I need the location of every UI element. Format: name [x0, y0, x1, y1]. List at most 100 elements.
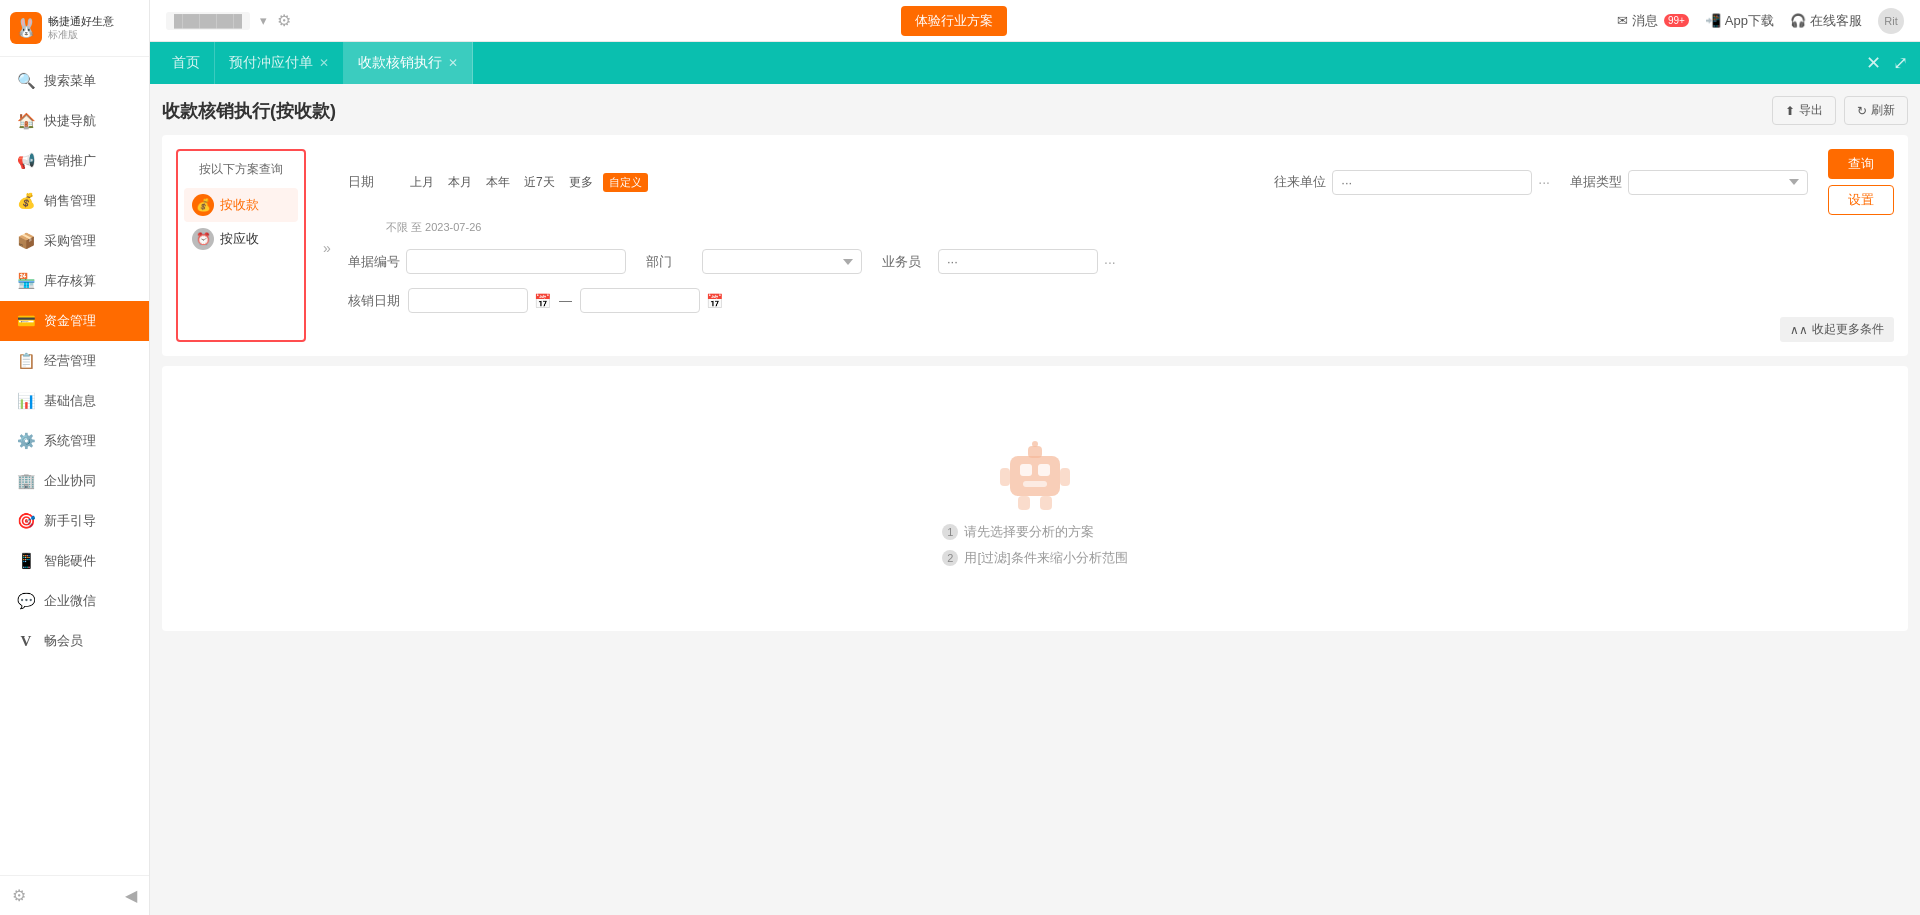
sales-icon: 💰 [16, 191, 36, 211]
sidebar-item-hardware[interactable]: 📱 智能硬件 [0, 541, 149, 581]
sidebar-item-search[interactable]: 🔍 搜索菜单 [0, 61, 149, 101]
sidebar-item-basic-info[interactable]: 📊 基础信息 [0, 381, 149, 421]
collapse-icon: ∧∧ [1790, 323, 1808, 337]
sidebar-item-finance[interactable]: 💳 资金管理 [0, 301, 149, 341]
tab-receipt-verify-label: 收款核销执行 [358, 54, 442, 72]
filter-option-by-receivable[interactable]: ⏰ 按应收 [184, 222, 298, 256]
staff-label: 业务员 [882, 253, 932, 271]
tab-prepay-close[interactable]: ✕ [319, 56, 329, 70]
date-shortcut-custom[interactable]: 自定义 [603, 173, 648, 192]
nav-header: 首页 预付冲应付单 ✕ 收款核销执行 ✕ ✕ ⤢ [150, 42, 1920, 84]
sidebar-item-business[interactable]: 📋 经营管理 [0, 341, 149, 381]
query-btn[interactable]: 查询 [1828, 149, 1894, 179]
service-icon: 🎧 [1790, 13, 1806, 28]
guide-icon: 🎯 [16, 511, 36, 531]
calendar-start-icon[interactable]: 📅 [534, 293, 551, 309]
verify-date-start[interactable]: 2023-03-01 [408, 288, 528, 313]
sidebar-item-quick-nav[interactable]: 🏠 快捷导航 [0, 101, 149, 141]
online-service-btn[interactable]: 🎧 在线客服 [1790, 12, 1862, 30]
logo-text-group: 畅捷通好生意 标准版 [48, 14, 114, 42]
tab-expand-btn[interactable]: ⤢ [1889, 52, 1912, 74]
date-dash: — [559, 293, 572, 308]
sidebar-item-system[interactable]: ⚙️ 系统管理 [0, 421, 149, 461]
sidebar-footer: ⚙ ◀ [0, 875, 149, 915]
filter-left-panel: 按以下方案查询 💰 按收款 ⏰ 按应收 [176, 149, 306, 342]
verify-date-field: 核销日期 2023-03-01 📅 — 2023-07-21 📅 [348, 288, 723, 313]
partner-input[interactable] [1332, 170, 1532, 195]
app-icon: 📲 [1705, 13, 1721, 28]
tab-receipt-verify[interactable]: 收款核销执行 ✕ [344, 42, 473, 84]
date-shortcut-more[interactable]: 更多 [565, 172, 597, 193]
sidebar-item-member[interactable]: V 畅会员 [0, 621, 149, 661]
svg-point-5 [1032, 441, 1038, 447]
filter-rows: 日期 上月 本月 本年 近7天 更多 自定义 [348, 149, 1894, 313]
service-label: 在线客服 [1810, 12, 1862, 30]
message-btn[interactable]: ✉ 消息 99+ [1617, 12, 1689, 30]
settings-icon[interactable]: ⚙ [12, 886, 26, 905]
nav-actions: ✕ ⤢ [1862, 52, 1912, 74]
sidebar-item-marketing[interactable]: 📢 营销推广 [0, 141, 149, 181]
refresh-btn[interactable]: ↻ 刷新 [1844, 96, 1908, 125]
svg-rect-2 [1038, 464, 1050, 476]
doc-num-label: 单据编号 [348, 253, 400, 271]
sidebar-item-enterprise[interactable]: 🏢 企业协同 [0, 461, 149, 501]
collapse-left-btn[interactable]: » [318, 153, 336, 342]
user-area[interactable]: Rit [1878, 8, 1904, 34]
industry-btn[interactable]: 体验行业方案 [901, 6, 1007, 36]
tab-close-all-btn[interactable]: ✕ [1862, 52, 1885, 74]
calendar-end-icon[interactable]: 📅 [706, 293, 723, 309]
sidebar-item-sales[interactable]: 💰 销售管理 [0, 181, 149, 221]
tab-prepay-label: 预付冲应付单 [229, 54, 313, 72]
staff-more-icon[interactable]: ··· [1104, 254, 1116, 270]
date-unlimited: 不限 至 2023-07-26 [386, 221, 481, 233]
sidebar-item-guide[interactable]: 🎯 新手引导 [0, 501, 149, 541]
tab-home-label: 首页 [172, 54, 200, 72]
setting-btn[interactable]: 设置 [1828, 185, 1894, 215]
date-shortcuts-group: 上月 本月 本年 近7天 更多 自定义 [406, 172, 648, 193]
sidebar-item-wechat[interactable]: 💬 企业微信 [0, 581, 149, 621]
doc-type-label: 单据类型 [1570, 173, 1622, 191]
date-shortcut-7days[interactable]: 近7天 [520, 172, 559, 193]
main-area: ████████ ▾ ⚙ 体验行业方案 ✉ 消息 99+ 📲 App下载 🎧 在… [150, 0, 1920, 915]
tab-prepay[interactable]: 预付冲应付单 ✕ [215, 42, 344, 84]
collapse-sidebar-icon[interactable]: ◀ [125, 886, 137, 905]
filter-option-by-receipt[interactable]: 💰 按收款 [184, 188, 298, 222]
wechat-icon: 💬 [16, 591, 36, 611]
filter-row-1: 日期 上月 本月 本年 近7天 更多 自定义 [348, 149, 1894, 215]
sidebar-label-wechat: 企业微信 [44, 592, 96, 610]
empty-tips: 1 请先选择要分析的方案 2 用[过滤]条件来缩小分析范围 [942, 519, 1127, 571]
topbar-dropdown-icon[interactable]: ▾ [260, 13, 267, 28]
svg-rect-0 [1010, 456, 1060, 496]
content-area: 收款核销执行(按收款) ⬆ 导出 ↻ 刷新 按以下方案查询 [150, 84, 1920, 915]
hardware-icon: 📱 [16, 551, 36, 571]
sidebar-label-guide: 新手引导 [44, 512, 96, 530]
staff-input[interactable] [938, 249, 1098, 274]
tab-receipt-verify-close[interactable]: ✕ [448, 56, 458, 70]
doc-num-input[interactable] [406, 249, 626, 274]
verify-date-start-group: 2023-03-01 📅 [408, 288, 551, 313]
dept-select[interactable] [702, 249, 862, 274]
user-avatar: Rit [1878, 8, 1904, 34]
export-icon: ⬆ [1785, 104, 1795, 118]
sidebar-label-enterprise: 企业协同 [44, 472, 96, 490]
topbar-gear-icon[interactable]: ⚙ [277, 11, 291, 30]
verify-date-end-group: 2023-07-21 📅 [580, 288, 723, 313]
sidebar-item-purchase[interactable]: 📦 采购管理 [0, 221, 149, 261]
date-shortcut-this-month[interactable]: 本月 [444, 172, 476, 193]
partner-more-icon[interactable]: ··· [1538, 174, 1550, 190]
sidebar-label-purchase: 采购管理 [44, 232, 96, 250]
verify-date-label: 核销日期 [348, 292, 400, 310]
app-download-btn[interactable]: 📲 App下载 [1705, 12, 1774, 30]
query-buttons: 查询 设置 [1828, 149, 1894, 215]
export-btn[interactable]: ⬆ 导出 [1772, 96, 1836, 125]
doc-type-select[interactable] [1628, 170, 1808, 195]
date-shortcut-last-month[interactable]: 上月 [406, 172, 438, 193]
svg-rect-1 [1020, 464, 1032, 476]
sidebar-menu: 🔍 搜索菜单 🏠 快捷导航 📢 营销推广 💰 销售管理 📦 采购管理 🏪 库存核… [0, 57, 149, 875]
verify-date-end[interactable]: 2023-07-21 [580, 288, 700, 313]
business-icon: 📋 [16, 351, 36, 371]
sidebar-item-inventory[interactable]: 🏪 库存核算 [0, 261, 149, 301]
tab-home[interactable]: 首页 [158, 42, 215, 84]
date-shortcut-this-year[interactable]: 本年 [482, 172, 514, 193]
collapse-more-btn[interactable]: ∧∧ 收起更多条件 [1780, 317, 1894, 342]
